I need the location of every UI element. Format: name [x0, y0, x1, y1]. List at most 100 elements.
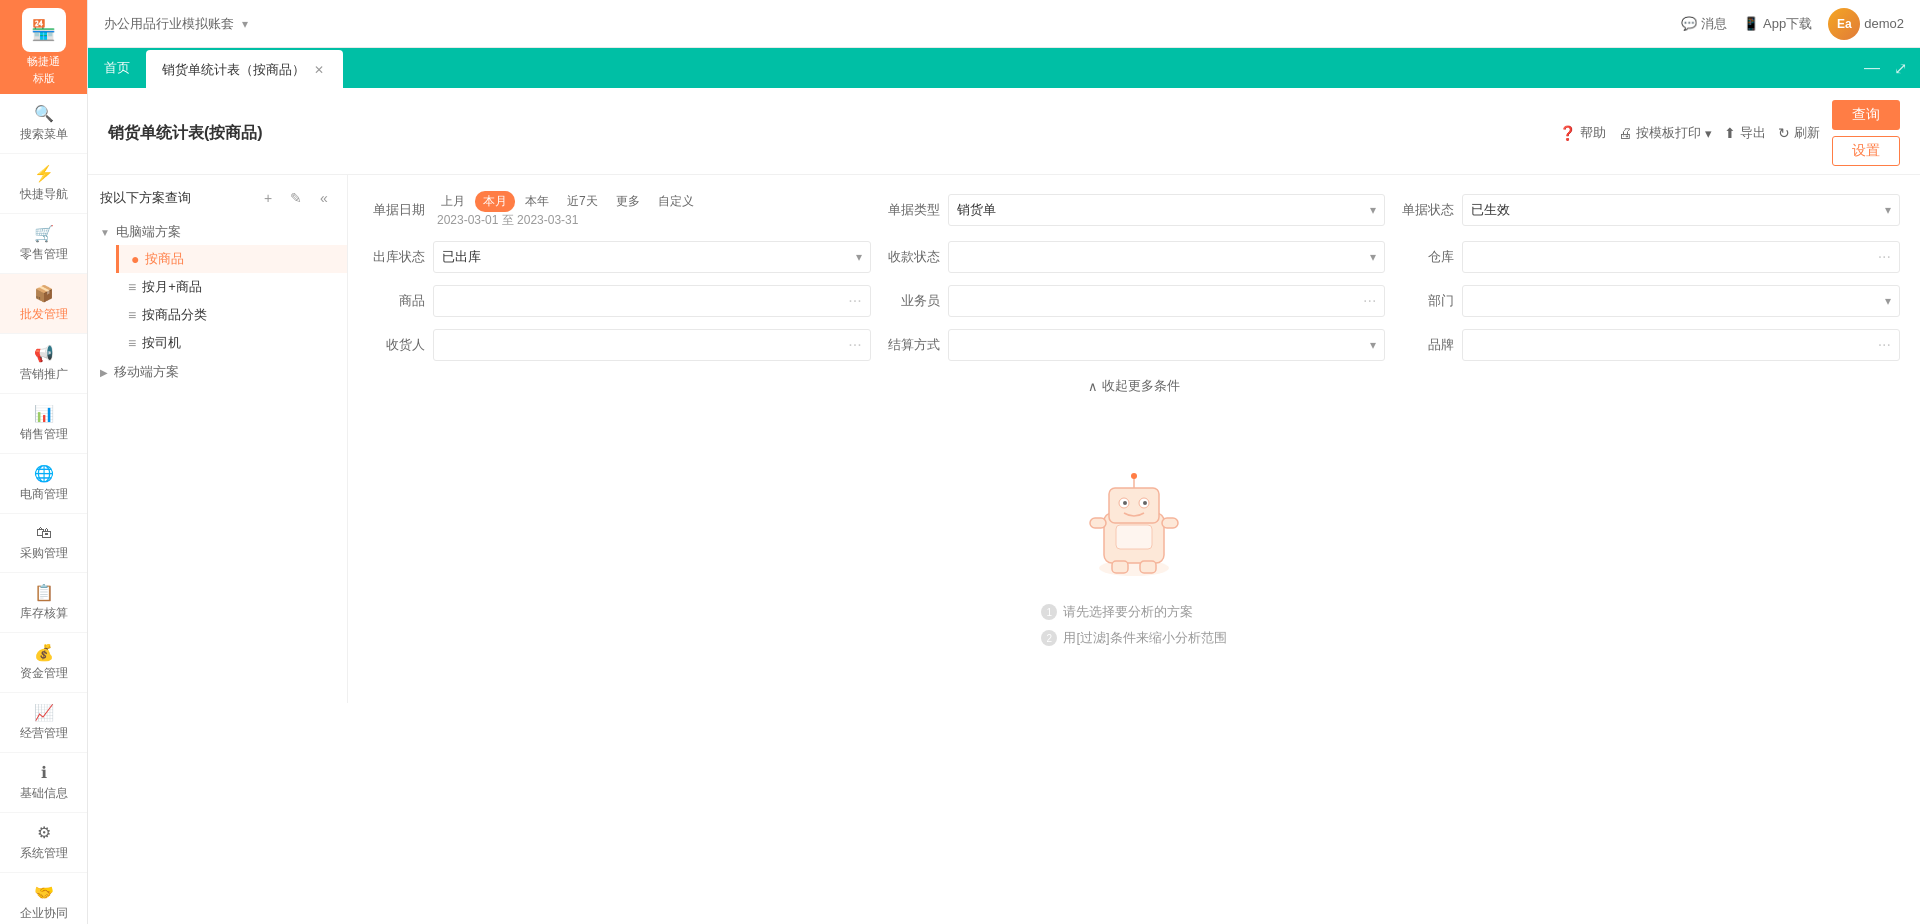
search-icon: 🔍: [34, 104, 54, 123]
sidebar-item-basic[interactable]: ℹ 基础信息: [0, 753, 87, 813]
user-area[interactable]: Ea demo2: [1828, 8, 1904, 40]
tab-bar-right: — ⤢: [1860, 56, 1920, 80]
tab-sales-stats[interactable]: 销货单统计表（按商品） ✕: [146, 50, 343, 90]
tree-group-mobile[interactable]: ▶ 移动端方案: [88, 357, 347, 385]
tree-group-desktop[interactable]: ▼ 电脑端方案: [88, 217, 347, 245]
pay-status-field[interactable]: ▾: [948, 241, 1386, 273]
sidebar-item-label: 资金管理: [20, 665, 68, 682]
settlement-field[interactable]: ▾: [948, 329, 1386, 361]
department-field[interactable]: ▾: [1462, 285, 1900, 317]
doc-status-label: 单据状态: [1397, 201, 1462, 219]
collapse-button[interactable]: ∧ 收起更多条件: [368, 369, 1900, 403]
sidebar-item-finance[interactable]: 💰 资金管理: [0, 633, 87, 693]
avatar: Ea: [1828, 8, 1860, 40]
settlement-cell: 结算方式 ▾: [883, 329, 1386, 361]
sidebar-item-label: 快捷导航: [20, 186, 68, 203]
by-category-icon: ≡: [128, 307, 136, 323]
sidebar-item-marketing[interactable]: 📢 营销推广: [0, 334, 87, 394]
sidebar-item-quick-nav[interactable]: ⚡ 快捷导航: [0, 154, 87, 214]
avatar-initials: Ea: [1837, 17, 1852, 31]
empty-steps: 1 请先选择要分析的方案 2 用[过滤]条件来缩小分析范围: [1041, 603, 1226, 647]
sidebar-item-search[interactable]: 🔍 搜索菜单: [0, 94, 87, 154]
date-field[interactable]: 上月 本月 本年 近7天 更多 自定义 2023-03-01 至 2023-03…: [433, 191, 871, 229]
sidebar-item-retail[interactable]: 🛒 零售管理: [0, 214, 87, 274]
salesman-more-icon: ···: [1363, 292, 1376, 310]
step2-dot: 2: [1041, 630, 1057, 646]
print-button[interactable]: 🖨 按模板打印 ▾: [1618, 124, 1712, 142]
tab-home-label: 首页: [104, 59, 130, 77]
recipient-field[interactable]: ···: [433, 329, 871, 361]
out-status-field[interactable]: 已出库 ▾: [433, 241, 871, 273]
tab-close-icon[interactable]: ✕: [311, 62, 327, 78]
product-label: 商品: [368, 292, 433, 310]
app-logo[interactable]: 🏪 畅捷通 标版: [0, 0, 87, 94]
settings-button[interactable]: 设置: [1832, 136, 1900, 166]
settlement-arrow-icon: ▾: [1370, 338, 1376, 352]
brand-field[interactable]: ···: [1462, 329, 1900, 361]
doc-status-value: 已生效: [1471, 201, 1885, 219]
query-button[interactable]: 查询: [1832, 100, 1900, 130]
tree-item-label: 按月+商品: [142, 278, 202, 296]
date-tag-this-month[interactable]: 本月: [475, 191, 515, 212]
sidebar-item-wholesale[interactable]: 📦 批发管理: [0, 274, 87, 334]
sidebar-item-operations[interactable]: 📈 经营管理: [0, 693, 87, 753]
doc-status-field[interactable]: 已生效 ▾: [1462, 194, 1900, 226]
product-field[interactable]: ···: [433, 285, 871, 317]
date-tag-this-year[interactable]: 本年: [517, 191, 557, 212]
refresh-icon: ↻: [1778, 125, 1790, 141]
collapse-panel-button[interactable]: «: [313, 187, 335, 209]
edit-scheme-button[interactable]: ✎: [285, 187, 307, 209]
tree-item-by-machine[interactable]: ≡ 按司机: [116, 329, 347, 357]
tree-item-by-category[interactable]: ≡ 按商品分类: [116, 301, 347, 329]
sidebar-item-label: 系统管理: [20, 845, 68, 862]
page-content: 销货单统计表(按商品) ❓ 帮助 🖨 按模板打印 ▾ ⬆ 导出: [88, 88, 1920, 924]
messages-button[interactable]: 💬 消息: [1681, 15, 1727, 33]
message-icon: 💬: [1681, 16, 1697, 31]
add-scheme-button[interactable]: +: [257, 187, 279, 209]
date-tag-7days[interactable]: 近7天: [559, 191, 606, 212]
sidebar-item-inventory[interactable]: 📋 库存核算: [0, 573, 87, 633]
department-label: 部门: [1397, 292, 1462, 310]
doc-type-value: 销货单: [957, 201, 1371, 219]
empty-step2: 2 用[过滤]条件来缩小分析范围: [1041, 629, 1226, 647]
print-icon: 🖨: [1618, 125, 1632, 141]
page-title: 销货单统计表(按商品): [108, 123, 263, 144]
tree-group-label: 移动端方案: [114, 363, 179, 381]
export-icon: ⬆: [1724, 125, 1736, 141]
by-machine-icon: ≡: [128, 335, 136, 351]
export-button[interactable]: ⬆ 导出: [1724, 124, 1766, 142]
print-dropdown-icon[interactable]: ▾: [1705, 126, 1712, 141]
doc-type-label: 单据类型: [883, 201, 948, 219]
doc-type-field[interactable]: 销货单 ▾: [948, 194, 1386, 226]
finance-icon: 💰: [34, 643, 54, 662]
tab-expand-button[interactable]: ⤢: [1888, 56, 1912, 80]
download-button[interactable]: 📱 App下载: [1743, 15, 1812, 33]
tree-item-by-month-product[interactable]: ≡ 按月+商品: [116, 273, 347, 301]
tab-home[interactable]: 首页: [88, 48, 146, 88]
sidebar-item-sales[interactable]: 📊 销售管理: [0, 394, 87, 454]
help-button[interactable]: ❓ 帮助: [1559, 124, 1606, 142]
refresh-button[interactable]: ↻ 刷新: [1778, 124, 1820, 142]
sidebar-item-label: 电商管理: [20, 486, 68, 503]
page-inner: 销货单统计表(按商品) ❓ 帮助 🖨 按模板打印 ▾ ⬆ 导出: [88, 88, 1920, 924]
salesman-field[interactable]: ···: [948, 285, 1386, 317]
sidebar-item-purchase[interactable]: 🛍 采购管理: [0, 514, 87, 573]
warehouse-field[interactable]: ···: [1462, 241, 1900, 273]
sidebar-item-enterprise[interactable]: 🤝 企业协同: [0, 873, 87, 924]
tab-minimize-button[interactable]: —: [1860, 56, 1884, 80]
date-tag-more[interactable]: 更多: [608, 191, 648, 212]
breadcrumb-dropdown-icon[interactable]: ▾: [242, 17, 248, 31]
sidebar-item-label: 企业协同: [20, 905, 68, 922]
tab-bar: 首页 销货单统计表（按商品） ✕ — ⤢: [88, 48, 1920, 88]
date-tag-custom[interactable]: 自定义: [650, 191, 702, 212]
settlement-label: 结算方式: [883, 336, 948, 354]
filter-left-panel: 按以下方案查询 + ✎ « ▼ 电脑端方案 ●: [88, 175, 348, 703]
help-icon: ❓: [1559, 125, 1576, 141]
date-tag-last-month[interactable]: 上月: [433, 191, 473, 212]
tree-item-by-product[interactable]: ● 按商品: [116, 245, 347, 273]
sidebar-item-ecommerce[interactable]: 🌐 电商管理: [0, 454, 87, 514]
by-product-icon: ●: [131, 251, 139, 267]
user-label: demo2: [1864, 16, 1904, 31]
marketing-icon: 📢: [34, 344, 54, 363]
sidebar-item-system[interactable]: ⚙ 系统管理: [0, 813, 87, 873]
